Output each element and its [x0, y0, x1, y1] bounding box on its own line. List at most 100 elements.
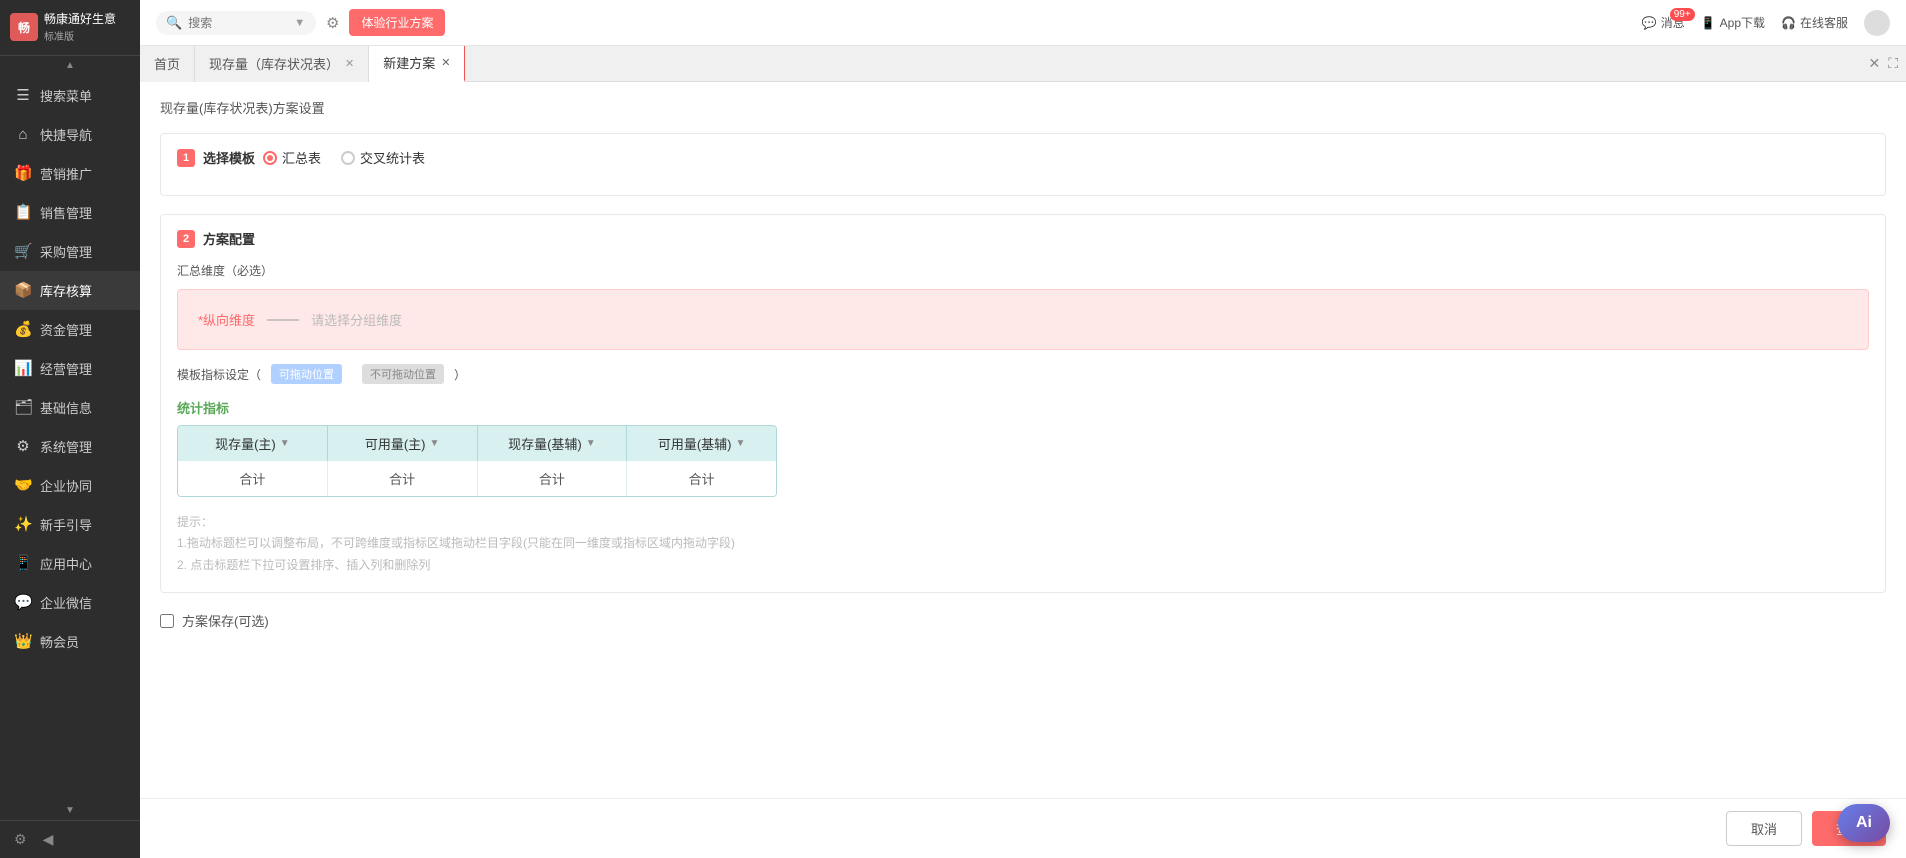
member-icon: 👑: [14, 632, 32, 650]
sidebar-item-marketing[interactable]: 🎁 营销推广: [0, 154, 140, 193]
search-box[interactable]: 🔍 ▼: [156, 11, 316, 35]
gear-icon[interactable]: ⚙: [326, 14, 339, 32]
page-content: 现存量(库存状况表)方案设置 1 选择模板 汇总表 交叉统计表: [140, 82, 1906, 798]
tips-item-0: 1.拖动标题栏可以调整布局，不可跨维度或指标区域拖动栏目字段(只能在同一维度或指…: [177, 534, 1869, 553]
stats-col-2[interactable]: 现存量(基辅) ▼: [478, 426, 628, 461]
sidebar-settings-icon[interactable]: ⚙: [14, 831, 27, 848]
chevron-down-icon-1: ▼: [430, 438, 440, 449]
message-icon: 💬: [1642, 16, 1657, 30]
step1-badge: 1: [177, 149, 195, 167]
sidebar-nav: ☰ 搜索菜单 ⌂ 快捷导航 🎁 营销推广 📋 销售管理 🛒 采购管理 📦 库存核…: [0, 76, 140, 800]
step1-title: 选择模板: [203, 148, 255, 167]
user-avatar[interactable]: [1864, 10, 1890, 36]
step1-section: 1 选择模板 汇总表 交叉统计表: [160, 133, 1886, 196]
chevron-down-icon-2: ▼: [586, 438, 596, 449]
step2-badge: 2: [177, 230, 195, 248]
search-dropdown-icon[interactable]: ▼: [294, 17, 305, 29]
sidebar-collapse-icon[interactable]: ◀: [43, 831, 54, 848]
stats-col-1[interactable]: 可用量(主) ▼: [328, 426, 478, 461]
app-logo: 畅 畅康通好生意 标准版: [0, 0, 140, 56]
tab-home[interactable]: 首页: [140, 46, 195, 82]
trial-button[interactable]: 体验行业方案: [349, 9, 445, 36]
stats-label: 统计指标: [177, 398, 1869, 417]
online-service-button[interactable]: 🎧 在线客服: [1781, 14, 1848, 31]
tab-new-plan-close-icon[interactable]: ✕: [441, 56, 450, 69]
sidebar-scroll-up[interactable]: ▲: [0, 56, 140, 76]
dimension-placeholder: 请选择分组维度: [311, 310, 402, 329]
save-label: 方案保存(可选): [182, 611, 269, 630]
topbar-right: 💬 消息 99+ 📱 App下载 🎧 在线客服: [1642, 10, 1890, 36]
sidebar-item-member[interactable]: 👑 畅会员: [0, 622, 140, 661]
phone-icon: 📱: [1701, 16, 1716, 30]
sidebar-item-inventory[interactable]: 📦 库存核算: [0, 271, 140, 310]
cancel-button[interactable]: 取消: [1726, 811, 1802, 846]
step1-header: 1 选择模板 汇总表 交叉统计表: [177, 148, 1869, 167]
app-download-button[interactable]: 📱 App下载: [1701, 14, 1765, 31]
dimension-box[interactable]: *纵向维度 —— 请选择分组维度: [177, 289, 1869, 350]
stats-col-0[interactable]: 现存量(主) ▼: [178, 426, 328, 461]
stats-body-cell-1: 合计: [328, 461, 478, 496]
tab-new-plan[interactable]: 新建方案 ✕: [369, 46, 465, 82]
sidebar-item-sales[interactable]: 📋 销售管理: [0, 193, 140, 232]
basic-info-icon: 🗂: [14, 398, 32, 416]
tab-inventory-status[interactable]: 现存量（库存状况表） ✕: [195, 46, 369, 82]
sidebar-item-enterprise[interactable]: 🤝 企业协同: [0, 466, 140, 505]
dimension-vertical-label: *纵向维度: [198, 310, 255, 329]
sidebar-item-search-menu[interactable]: ☰ 搜索菜单: [0, 76, 140, 115]
sidebar-item-quick-nav[interactable]: ⌂ 快捷导航: [0, 115, 140, 154]
message-button[interactable]: 💬 消息 99+: [1642, 14, 1685, 31]
template-radio-group: 汇总表 交叉统计表: [263, 148, 425, 167]
sidebar-item-app-center[interactable]: 📱 应用中心: [0, 544, 140, 583]
marketing-icon: 🎁: [14, 164, 32, 182]
expand-icon[interactable]: ⛶: [1888, 55, 1898, 72]
app-center-icon: 📱: [14, 554, 32, 572]
headset-icon: 🎧: [1781, 16, 1796, 30]
save-option: 方案保存(可选): [160, 611, 1886, 630]
sidebar-item-basic-info[interactable]: 🗂 基础信息: [0, 388, 140, 427]
radio-summary[interactable]: 汇总表: [263, 148, 321, 167]
dimension-arrow: ——: [267, 311, 299, 329]
ai-fab-button[interactable]: Ai: [1838, 804, 1890, 842]
main-area: 🔍 ▼ ⚙ 体验行业方案 💬 消息 99+ 📱 App下载 🎧 在线客服: [140, 0, 1906, 858]
save-checkbox[interactable]: [160, 614, 174, 628]
radio-cross-circle: [341, 151, 355, 165]
page-title: 现存量(库存状况表)方案设置: [160, 98, 1886, 117]
close-all-icon[interactable]: ✕: [1868, 55, 1880, 72]
step2-header: 2 方案配置: [177, 229, 1869, 248]
indicator-movable-badge: 可拖动位置: [271, 364, 342, 384]
stats-body: 合计 合计 合计 合计: [178, 461, 776, 496]
topbar: 🔍 ▼ ⚙ 体验行业方案 💬 消息 99+ 📱 App下载 🎧 在线客服: [140, 0, 1906, 46]
logo-text: 畅康通好生意 标准版: [44, 12, 116, 43]
stats-col-3[interactable]: 可用量(基辅) ▼: [627, 426, 776, 461]
tabbar-right: ✕ ⛶: [1868, 55, 1906, 72]
stats-header: 现存量(主) ▼ 可用量(主) ▼ 现存量(基辅) ▼ 可用量(基辅) ▼: [178, 426, 776, 461]
purchase-icon: 🛒: [14, 242, 32, 260]
sidebar-item-system[interactable]: ⚙ 系统管理: [0, 427, 140, 466]
finance-icon: 💰: [14, 320, 32, 338]
sidebar-item-wechat[interactable]: 💬 企业微信: [0, 583, 140, 622]
enterprise-icon: 🤝: [14, 476, 32, 494]
sidebar-item-newbie[interactable]: ✨ 新手引导: [0, 505, 140, 544]
sidebar-item-purchase[interactable]: 🛒 采购管理: [0, 232, 140, 271]
dimension-label: 汇总维度（必选）: [177, 262, 1869, 279]
tab-inventory-close-icon[interactable]: ✕: [345, 57, 354, 70]
step2-section: 2 方案配置 汇总维度（必选） *纵向维度 —— 请选择分组维度 模板指标设定（…: [160, 214, 1886, 593]
radio-summary-circle: [263, 151, 277, 165]
radio-cross[interactable]: 交叉统计表: [341, 148, 425, 167]
sidebar-item-finance[interactable]: 💰 资金管理: [0, 310, 140, 349]
search-input[interactable]: [188, 16, 288, 30]
tips-item-1: 2. 点击标题栏下拉可设置排序、插入列和删除列: [177, 556, 1869, 575]
sidebar-scroll-down[interactable]: ▼: [0, 800, 140, 820]
sidebar-item-operations[interactable]: 📊 经营管理: [0, 349, 140, 388]
chevron-down-icon-3: ▼: [736, 438, 746, 449]
indicator-fixed-badge: 不可拖动位置: [362, 364, 444, 384]
sidebar: 畅 畅康通好生意 标准版 ▲ ☰ 搜索菜单 ⌂ 快捷导航 🎁 营销推广 📋 销售…: [0, 0, 140, 858]
search-icon: 🔍: [166, 15, 182, 31]
sales-icon: 📋: [14, 203, 32, 221]
inventory-icon: 📦: [14, 281, 32, 299]
avatar: [1864, 10, 1890, 36]
tabbar: 首页 现存量（库存状况表） ✕ 新建方案 ✕ ✕ ⛶: [140, 46, 1906, 82]
newbie-icon: ✨: [14, 515, 32, 533]
search-menu-icon: ☰: [14, 86, 32, 104]
system-icon: ⚙: [14, 437, 32, 455]
